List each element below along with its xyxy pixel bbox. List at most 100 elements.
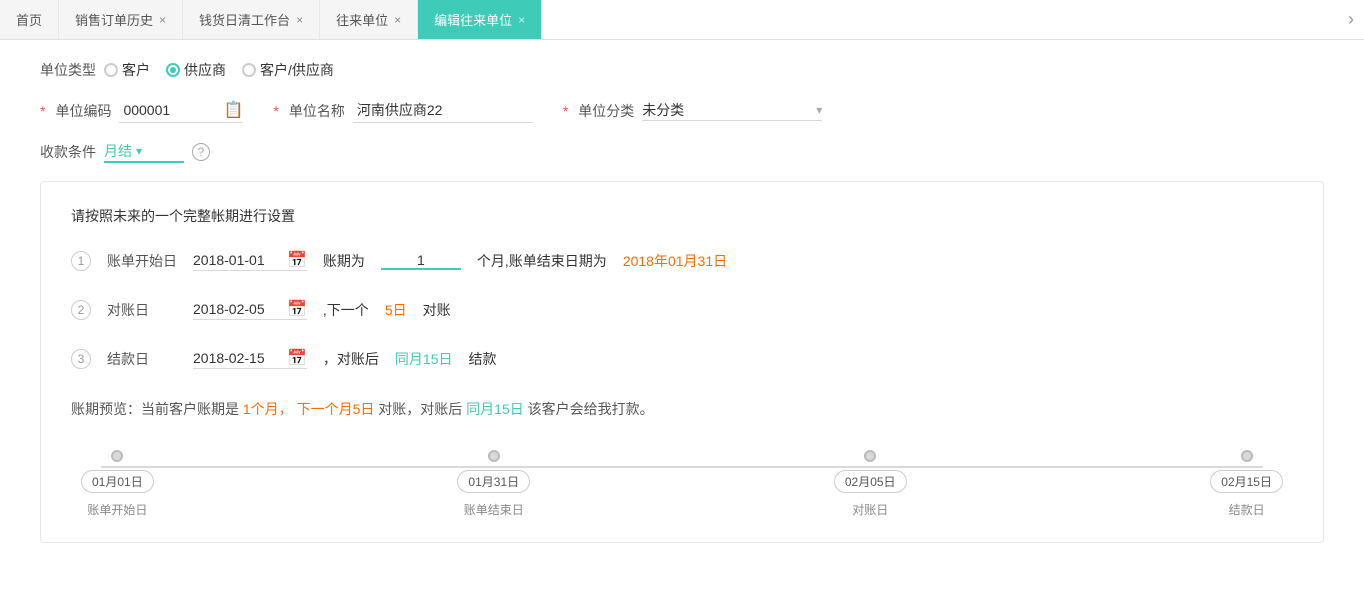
payment-help-icon[interactable]: ? <box>192 143 210 161</box>
unit-code-input-wrapper: 📋 <box>119 98 243 123</box>
row3-suffix: 结款 <box>469 349 497 369</box>
preview-part2: 下一个月5日 <box>297 401 375 417</box>
row1-period-end: 2018年01月31日 <box>623 251 727 271</box>
tab-sales-history-close[interactable]: × <box>159 13 166 27</box>
row1-date-wrapper: 📅 <box>193 250 307 271</box>
row2-highlight: 5日 <box>385 300 407 320</box>
tab-edit-partner[interactable]: 编辑往来单位 × <box>418 0 542 39</box>
row1-date-input[interactable] <box>193 252 283 268</box>
row2-label: 对账日 <box>107 300 177 320</box>
timeline-circle-1 <box>111 450 123 462</box>
row3-label: 结款日 <box>107 349 177 369</box>
row1-period-unit: 个月,账单结束日期为 <box>477 251 607 271</box>
tabs-bar: 首页 销售订单历史 × 钱货日清工作台 × 往来单位 × 编辑往来单位 × › <box>0 0 1364 40</box>
row-num-1: 1 <box>71 251 91 271</box>
unit-name-label: 单位名称 <box>289 101 345 121</box>
settings-row-1: 1 账单开始日 📅 账期为 个月,账单结束日期为 2018年01月31日 <box>71 250 1293 271</box>
payment-condition-label: 收款条件 <box>40 142 96 162</box>
radio-both[interactable]: 客户/供应商 <box>242 60 334 80</box>
unit-type-group: 单位类型 客户 供应商 客户/供应商 <box>40 60 334 80</box>
timeline-date-3: 02月05日 <box>834 470 907 493</box>
radio-both-circle <box>242 63 256 77</box>
preview-part5: 该客户会给我打款。 <box>528 401 654 417</box>
radio-supplier-circle <box>166 63 180 77</box>
tab-expand-button[interactable]: › <box>1338 0 1364 39</box>
row2-calendar-icon[interactable]: 📅 <box>287 299 307 319</box>
payment-condition-arrow-icon: ▾ <box>136 144 142 158</box>
unit-code-group: * 单位编码 📋 <box>40 98 243 123</box>
settings-row-2: 2 对账日 📅 ,下一个 5日 对账 <box>71 299 1293 320</box>
radio-group: 客户 供应商 客户/供应商 <box>104 60 334 80</box>
tab-cash-work[interactable]: 钱货日清工作台 × <box>183 0 320 39</box>
unit-name-group: * 单位名称 <box>273 98 532 123</box>
timeline-date-4: 02月15日 <box>1210 470 1283 493</box>
row2-date-input[interactable] <box>193 301 283 317</box>
radio-customer[interactable]: 客户 <box>104 60 150 80</box>
unit-category-value: 未分类 <box>642 100 812 120</box>
payment-condition-group: 收款条件 月结 ▾ ? <box>40 141 210 163</box>
timeline-label-3: 对账日 <box>852 501 888 518</box>
preview-part4: 同月15日 <box>466 401 524 417</box>
tab-partners-close[interactable]: × <box>394 13 401 27</box>
settings-panel: 请按照未来的一个完整帐期进行设置 1 账单开始日 📅 账期为 个月,账单结束日期… <box>40 181 1324 543</box>
tab-partners[interactable]: 往来单位 × <box>320 0 418 39</box>
unit-type-row: 单位类型 客户 供应商 客户/供应商 <box>40 60 1324 80</box>
timeline-points: 01月01日 账单开始日 01月31日 账单结束日 02月05日 对账日 02月… <box>81 450 1283 518</box>
timeline-wrapper: 01月01日 账单开始日 01月31日 账单结束日 02月05日 对账日 02月… <box>71 450 1293 518</box>
tab-partners-label: 往来单位 <box>336 10 388 29</box>
row3-calendar-icon[interactable]: 📅 <box>287 348 307 368</box>
timeline-point-1: 01月01日 账单开始日 <box>81 450 154 518</box>
timeline-circle-3 <box>864 450 876 462</box>
row1-suffix: 账期为 <box>323 251 365 271</box>
row-num-3: 3 <box>71 349 91 369</box>
row1-label: 账单开始日 <box>107 251 177 271</box>
account-preview: 账期预览：当前客户账期是 1个月， 下一个月5日 对账，对账后 同月15日 该客… <box>71 397 1293 422</box>
tab-sales-history[interactable]: 销售订单历史 × <box>59 0 183 39</box>
timeline-point-4: 02月15日 结款日 <box>1210 450 1283 518</box>
unit-category-group: * 单位分类 未分类 ▾ <box>563 100 822 121</box>
tab-cash-work-close[interactable]: × <box>296 13 303 27</box>
radio-supplier[interactable]: 供应商 <box>166 60 226 80</box>
unit-code-input[interactable] <box>119 98 219 122</box>
timeline-circle-4 <box>1241 450 1253 462</box>
preview-part1: 1个月， <box>243 401 293 417</box>
row3-date-wrapper: 📅 <box>193 348 307 369</box>
row2-suffix: 对账 <box>423 300 451 320</box>
preview-part3: 对账，对账后 <box>378 401 462 417</box>
preview-label: 账期预览：当前客户账期是 <box>71 401 239 417</box>
settings-row-3: 3 结款日 📅 ，对账后 同月15日 结款 <box>71 348 1293 369</box>
row3-prefix: ，对账后 <box>323 349 379 369</box>
period-input[interactable] <box>381 252 461 270</box>
timeline-point-3: 02月05日 对账日 <box>834 450 907 518</box>
unit-category-arrow-icon: ▾ <box>816 103 822 117</box>
timeline-date-2: 01月31日 <box>457 470 530 493</box>
unit-code-copy-icon[interactable]: 📋 <box>223 100 243 120</box>
payment-condition-value: 月结 <box>104 141 132 161</box>
row-num-2: 2 <box>71 300 91 320</box>
payment-condition-select[interactable]: 月结 ▾ <box>104 141 184 163</box>
unit-info-row: * 单位编码 📋 * 单位名称 * 单位分类 未分类 ▾ <box>40 98 1324 123</box>
tab-home-label: 首页 <box>16 10 42 29</box>
tab-cash-work-label: 钱货日清工作台 <box>199 10 290 29</box>
tab-home[interactable]: 首页 <box>0 0 59 39</box>
unit-category-select[interactable]: 未分类 ▾ <box>642 100 822 121</box>
timeline-circle-2 <box>488 450 500 462</box>
timeline-label-1: 账单开始日 <box>87 501 147 518</box>
tab-sales-history-label: 销售订单历史 <box>75 10 153 29</box>
unit-name-input[interactable] <box>353 98 533 123</box>
row3-date-input[interactable] <box>193 350 283 366</box>
row3-highlight: 同月15日 <box>395 349 453 369</box>
settings-title: 请按照未来的一个完整帐期进行设置 <box>71 206 1293 226</box>
unit-code-required: * <box>40 103 45 119</box>
tab-edit-partner-close[interactable]: × <box>518 13 525 27</box>
unit-code-label: 单位编码 <box>55 101 111 121</box>
payment-condition-row: 收款条件 月结 ▾ ? <box>40 141 1324 163</box>
row1-calendar-icon[interactable]: 📅 <box>287 250 307 270</box>
timeline-point-2: 01月31日 账单结束日 <box>457 450 530 518</box>
tab-edit-partner-label: 编辑往来单位 <box>434 10 512 29</box>
unit-category-required: * <box>563 103 568 119</box>
timeline-label-2: 账单结束日 <box>464 501 524 518</box>
unit-name-required: * <box>273 103 278 119</box>
unit-category-label: 单位分类 <box>578 101 634 121</box>
row2-date-wrapper: 📅 <box>193 299 307 320</box>
